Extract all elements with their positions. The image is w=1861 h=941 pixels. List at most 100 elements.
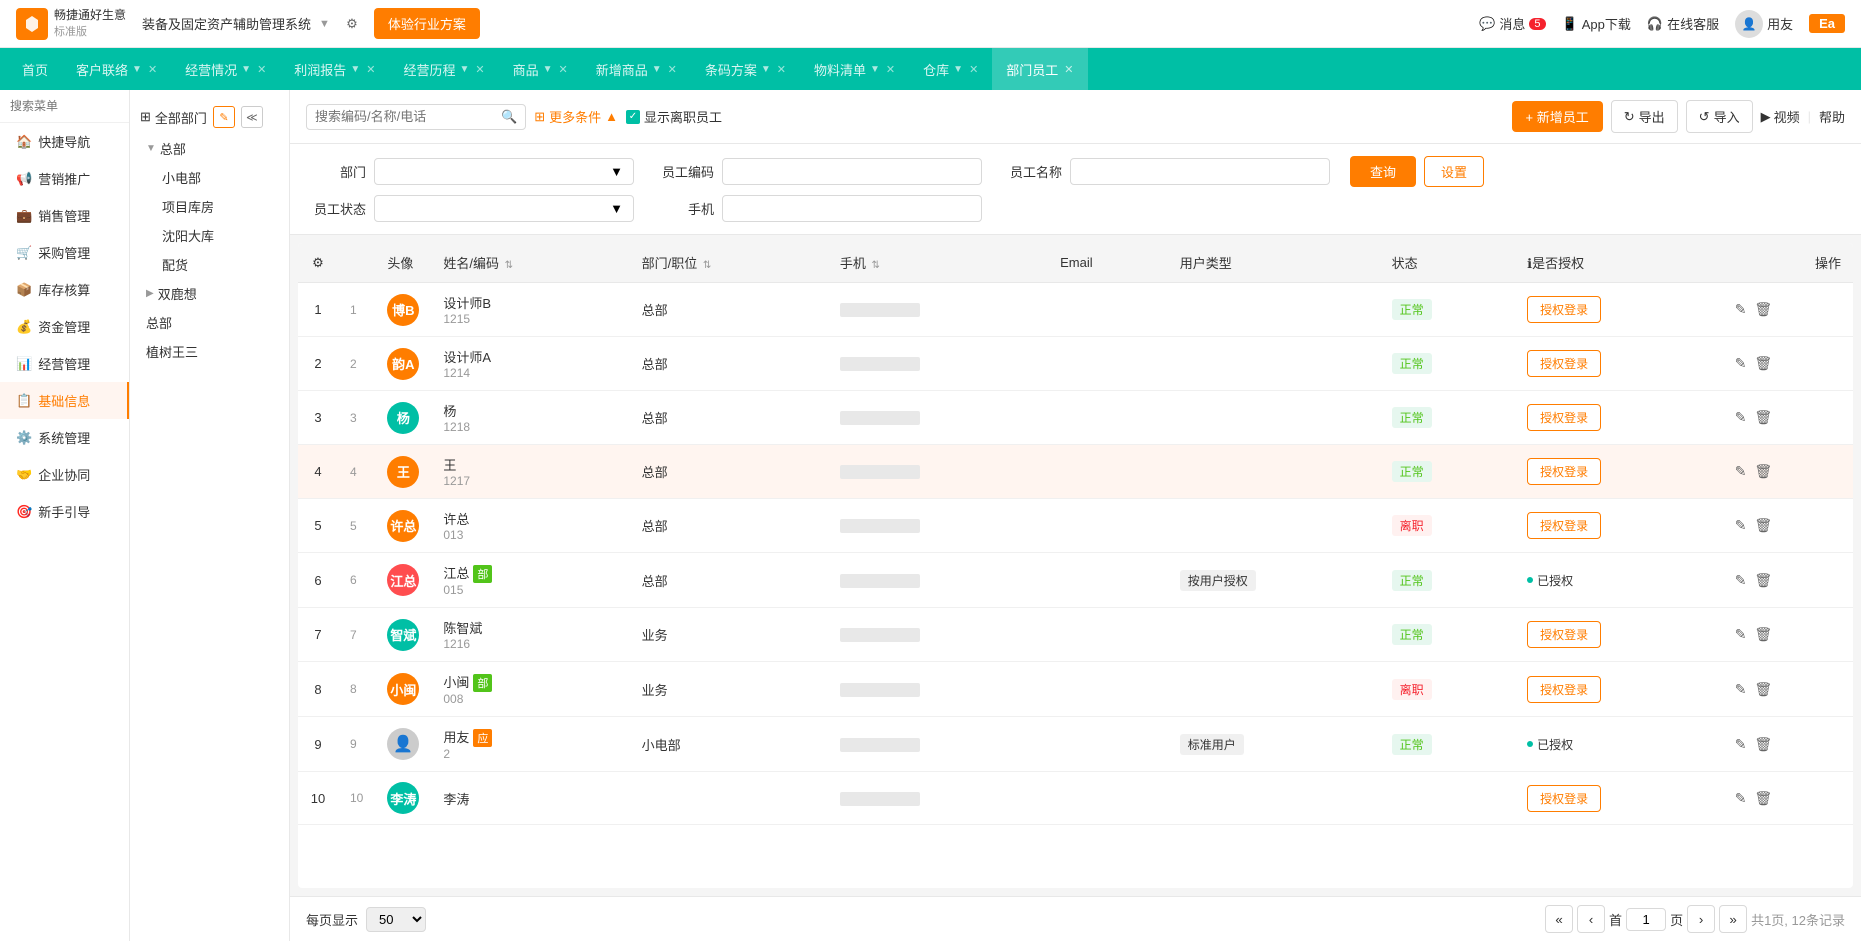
- sidebar-item-guide[interactable]: 🎯 新手引导: [0, 493, 129, 530]
- dept-edit-button[interactable]: ✎: [213, 106, 235, 128]
- edit-button[interactable]: ✎: [1735, 301, 1747, 318]
- service-action[interactable]: 🎧 在线客服: [1647, 14, 1719, 33]
- delete-button[interactable]: 🗑: [1754, 790, 1772, 807]
- edit-button[interactable]: ✎: [1735, 736, 1747, 753]
- view-button[interactable]: ▶ 视频: [1761, 107, 1800, 126]
- sidebar-item-inventory[interactable]: 📦 库存核算: [0, 271, 129, 308]
- dept-collapse-button[interactable]: ≪: [241, 106, 263, 128]
- tab-goods[interactable]: 商品 ▼ ✕: [499, 48, 582, 90]
- app-download-action[interactable]: 📱 App下载: [1562, 14, 1631, 33]
- export-button[interactable]: ↻ 导出: [1611, 100, 1678, 133]
- edit-button[interactable]: ✎: [1735, 409, 1747, 426]
- next-page-button[interactable]: ›: [1687, 905, 1715, 933]
- sidebar-item-quicknav[interactable]: 🏠 快捷导航: [0, 123, 129, 160]
- sidebar-item-system[interactable]: ⚙️ 系统管理: [0, 419, 129, 456]
- query-button[interactable]: 查询: [1350, 156, 1416, 187]
- edit-button[interactable]: ✎: [1735, 572, 1747, 589]
- dept-node-hq2[interactable]: 总部: [130, 308, 289, 337]
- sort-name-icon[interactable]: ⇅: [505, 260, 513, 271]
- filter-dept-select[interactable]: ▼: [374, 158, 634, 185]
- auth-button[interactable]: 授权登录: [1527, 404, 1601, 431]
- delete-button[interactable]: 🗑: [1754, 572, 1772, 589]
- delete-button[interactable]: 🗑: [1754, 681, 1772, 698]
- edit-button[interactable]: ✎: [1735, 681, 1747, 698]
- page-size-select[interactable]: 50 100: [366, 907, 426, 932]
- tab-warehouse-close[interactable]: ✕: [969, 63, 978, 76]
- dept-node-shuanglu[interactable]: ▶ 双鹿想: [130, 279, 289, 308]
- tab-employees-close[interactable]: ✕: [1064, 63, 1073, 76]
- delete-button[interactable]: 🗑: [1754, 355, 1772, 372]
- auth-button[interactable]: 授权登录: [1527, 621, 1601, 648]
- tab-bom-close[interactable]: ✕: [886, 63, 895, 76]
- last-page-button[interactable]: »: [1719, 905, 1747, 933]
- tab-profit-close[interactable]: ✕: [366, 63, 375, 76]
- edit-button[interactable]: ✎: [1735, 517, 1747, 534]
- edit-button[interactable]: ✎: [1735, 463, 1747, 480]
- gear-button[interactable]: ⚙: [338, 10, 366, 38]
- tab-barcode-close[interactable]: ✕: [777, 63, 786, 76]
- edit-button[interactable]: ✎: [1735, 626, 1747, 643]
- user-action[interactable]: 👤 用友: [1735, 10, 1793, 38]
- sidebar-item-collab[interactable]: 🤝 企业协同: [0, 456, 129, 493]
- tab-barcode[interactable]: 条码方案 ▼ ✕: [691, 48, 800, 90]
- auth-button[interactable]: 授权登录: [1527, 512, 1601, 539]
- tab-add-goods[interactable]: 新增商品 ▼ ✕: [582, 48, 691, 90]
- sidebar-item-marketing[interactable]: 📢 营销推广: [0, 160, 129, 197]
- settings-icon[interactable]: ⚙: [312, 255, 324, 270]
- tab-profit[interactable]: 利润报告 ▼ ✕: [280, 48, 389, 90]
- system-dropdown-arrow[interactable]: ▼: [319, 18, 330, 30]
- help-button[interactable]: 帮助: [1819, 107, 1845, 126]
- auth-button[interactable]: 授权登录: [1527, 785, 1601, 812]
- dept-node-electronics[interactable]: 小电部: [142, 163, 289, 192]
- filter-empcode-input[interactable]: [722, 158, 982, 185]
- tab-customer[interactable]: 客户联络 ▼ ✕: [62, 48, 171, 90]
- sidebar-item-purchase[interactable]: 🛒 采购管理: [0, 234, 129, 271]
- tab-warehouse[interactable]: 仓库 ▼ ✕: [909, 48, 992, 90]
- dept-node-headquarters[interactable]: ▼ 总部: [130, 134, 289, 163]
- tab-operations-close[interactable]: ✕: [257, 63, 266, 76]
- message-action[interactable]: 💬 消息 5: [1479, 14, 1545, 33]
- tab-add-goods-close[interactable]: ✕: [668, 63, 677, 76]
- delete-button[interactable]: 🗑: [1754, 736, 1772, 753]
- setting-button[interactable]: 设置: [1424, 156, 1484, 187]
- sort-phone-icon[interactable]: ⇅: [871, 260, 879, 271]
- more-filter-button[interactable]: ⊞ 更多条件 ▲: [534, 107, 618, 126]
- sidebar-item-basics[interactable]: 📋 基础信息: [0, 382, 129, 419]
- delete-button[interactable]: 🗑: [1754, 463, 1772, 480]
- search-icon[interactable]: 🔍: [501, 109, 517, 125]
- dept-node-delivery[interactable]: 配货: [142, 250, 289, 279]
- filter-phone-input[interactable]: [722, 195, 982, 222]
- page-input[interactable]: [1626, 908, 1666, 931]
- sidebar-item-sales[interactable]: 💼 销售管理: [0, 197, 129, 234]
- tab-customer-close[interactable]: ✕: [148, 63, 157, 76]
- delete-button[interactable]: 🗑: [1754, 301, 1772, 318]
- sidebar-item-finance[interactable]: 💰 资金管理: [0, 308, 129, 345]
- dept-node-projectroom[interactable]: 项目库房: [142, 192, 289, 221]
- add-employee-button[interactable]: + 新增员工: [1512, 101, 1603, 132]
- search-input[interactable]: [315, 109, 495, 124]
- prev-page-button[interactable]: ‹: [1577, 905, 1605, 933]
- auth-button[interactable]: 授权登录: [1527, 458, 1601, 485]
- trial-button[interactable]: 体验行业方案: [374, 8, 480, 39]
- edit-button[interactable]: ✎: [1735, 355, 1747, 372]
- tab-history-close[interactable]: ✕: [475, 63, 484, 76]
- filter-empname-input[interactable]: [1070, 158, 1330, 185]
- sort-dept-icon[interactable]: ⇅: [703, 260, 711, 271]
- tab-employees[interactable]: 部门员工 ✕: [992, 48, 1087, 90]
- auth-button[interactable]: 授权登录: [1527, 296, 1601, 323]
- show-resigned-checkbox[interactable]: ✓ 显示离职员工: [626, 107, 722, 126]
- edit-button[interactable]: ✎: [1735, 790, 1747, 807]
- filter-status-select[interactable]: ▼: [374, 195, 634, 222]
- tab-operations[interactable]: 经营情况 ▼ ✕: [171, 48, 280, 90]
- first-page-button[interactable]: «: [1545, 905, 1573, 933]
- auth-button[interactable]: 授权登录: [1527, 676, 1601, 703]
- dept-node-zhishu[interactable]: 植树王三: [130, 337, 289, 366]
- tab-home[interactable]: 首页: [8, 48, 62, 90]
- tab-bom[interactable]: 物料清单 ▼ ✕: [800, 48, 909, 90]
- auth-button[interactable]: 授权登录: [1527, 350, 1601, 377]
- delete-button[interactable]: 🗑: [1754, 626, 1772, 643]
- tab-history[interactable]: 经营历程 ▼ ✕: [389, 48, 498, 90]
- dept-node-shenyang[interactable]: 沈阳大库: [142, 221, 289, 250]
- import-button[interactable]: ↺ 导入: [1686, 100, 1753, 133]
- delete-button[interactable]: 🗑: [1754, 409, 1772, 426]
